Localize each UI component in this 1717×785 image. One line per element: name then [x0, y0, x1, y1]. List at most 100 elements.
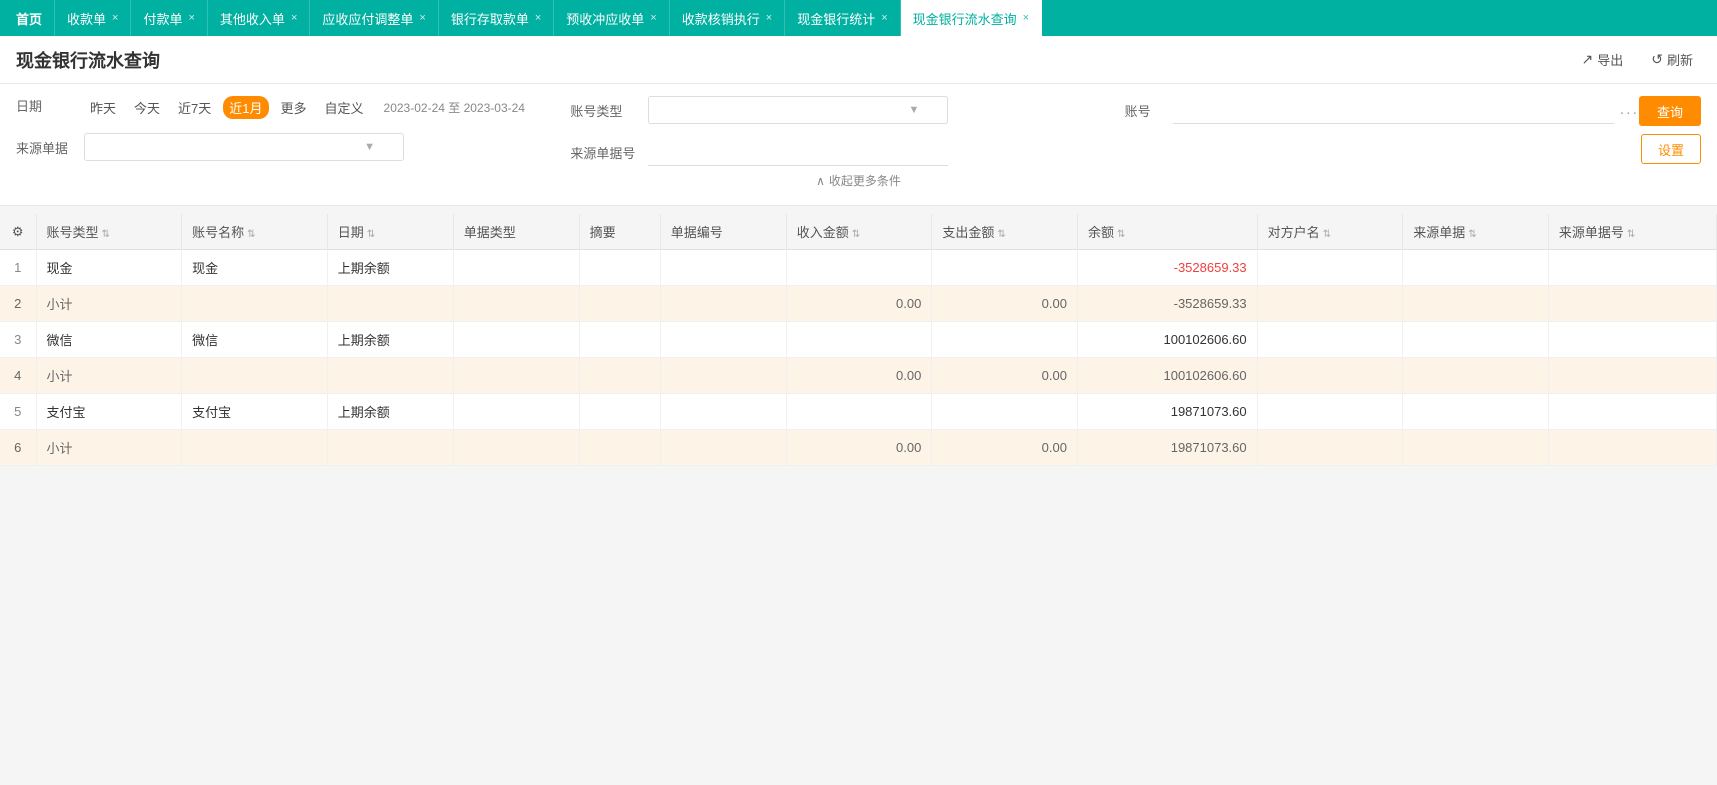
col-doc-type[interactable]: 单据类型 [453, 214, 579, 250]
export-button[interactable]: ↗ 导出 [1574, 46, 1632, 73]
expense-cell [932, 250, 1078, 286]
col-expense[interactable]: 支出金额⇅ [932, 214, 1078, 250]
account-input-wrap [1173, 96, 1614, 124]
account-type-cell: 微信 [36, 322, 182, 358]
collapse-bar[interactable]: ∧ 收起更多条件 [16, 166, 1701, 193]
nav-tab-stats[interactable]: 现金银行统计 × [785, 0, 900, 36]
col-summary[interactable]: 摘要 [579, 214, 660, 250]
doc-no-cell [660, 250, 786, 286]
close-icon[interactable]: × [291, 12, 297, 24]
settings-button[interactable]: 设置 [1641, 134, 1701, 164]
expense-cell [932, 394, 1078, 430]
source-doc-num-input[interactable] [652, 144, 944, 159]
col-settings[interactable]: ⚙ [0, 214, 36, 250]
doc-no-cell [660, 358, 786, 394]
balance-cell: -3528659.33 [1077, 286, 1257, 322]
summary-cell [579, 286, 660, 322]
chevron-down-icon: ▼ [908, 104, 919, 116]
col-source-doc-no[interactable]: 来源单据号⇅ [1548, 214, 1716, 250]
income-cell: 0.00 [786, 430, 932, 466]
source-doc-select[interactable]: ▼ [84, 133, 404, 161]
nav-tab-adjust[interactable]: 应收应付调整单 × [310, 0, 438, 36]
date-cell [327, 358, 453, 394]
summary-cell [579, 394, 660, 430]
doc-type-cell [453, 430, 579, 466]
counterparty-cell [1257, 394, 1403, 430]
date-cell: 上期余额 [327, 250, 453, 286]
col-account-type[interactable]: 账号类型⇅ [36, 214, 182, 250]
close-icon[interactable]: × [1023, 12, 1029, 24]
table-wrap: ⚙ 账号类型⇅ 账号名称⇅ 日期⇅ 单据类型 摘要 单据编号 收入金额⇅ 支出金… [0, 214, 1717, 466]
date-label: 日期 [16, 96, 76, 115]
nav-tab-fukuan[interactable]: 付款单 × [131, 0, 207, 36]
col-date[interactable]: 日期⇅ [327, 214, 453, 250]
page-title: 现金银行流水查询 [16, 47, 160, 73]
summary-cell [579, 358, 660, 394]
source-doc-label: 来源单据 [16, 138, 76, 157]
export-icon: ↗ [1582, 51, 1594, 68]
date-cell [327, 286, 453, 322]
date-today[interactable]: 今天 [128, 96, 166, 119]
nav-home[interactable]: 首页 [4, 0, 55, 36]
balance-cell: 19871073.60 [1077, 394, 1257, 430]
date-cell: 上期余额 [327, 394, 453, 430]
account-type-label: 账号类型 [570, 101, 640, 120]
account-name-cell: 微信 [182, 322, 328, 358]
expense-cell: 0.00 [932, 358, 1078, 394]
sort-icon: ⇅ [852, 229, 860, 240]
source-doc-cell [1403, 286, 1549, 322]
refresh-icon: ↺ [1651, 51, 1663, 68]
nav-tab-qita[interactable]: 其他收入单 × [208, 0, 310, 36]
sort-icon: ⇅ [1468, 229, 1476, 240]
date-custom[interactable]: 自定义 [319, 96, 370, 119]
col-source-doc[interactable]: 来源单据⇅ [1403, 214, 1549, 250]
account-name-cell: 支付宝 [182, 394, 328, 430]
close-icon[interactable]: × [881, 12, 887, 24]
col-balance[interactable]: 余额⇅ [1077, 214, 1257, 250]
doc-type-cell [453, 250, 579, 286]
account-input[interactable] [1177, 102, 1610, 117]
account-more-button[interactable]: ... [1620, 101, 1639, 119]
close-icon[interactable]: × [650, 12, 656, 24]
nav-tab-liushui[interactable]: 现金银行流水查询 × [901, 0, 1042, 36]
account-type-cell: 小计 [36, 430, 182, 466]
close-icon[interactable]: × [419, 12, 425, 24]
date-more[interactable]: 更多 [275, 96, 313, 119]
col-account-name[interactable]: 账号名称⇅ [182, 214, 328, 250]
date-yesterday[interactable]: 昨天 [84, 96, 122, 119]
close-icon[interactable]: × [112, 12, 118, 24]
counterparty-cell [1257, 430, 1403, 466]
account-type-select[interactable]: ▼ [648, 96, 948, 124]
table-header-row: ⚙ 账号类型⇅ 账号名称⇅ 日期⇅ 单据类型 摘要 单据编号 收入金额⇅ 支出金… [0, 214, 1717, 250]
nav-tab-prepay[interactable]: 预收冲应收单 × [554, 0, 669, 36]
nav-tab-verify[interactable]: 收款核销执行 × [670, 0, 785, 36]
query-button[interactable]: 查询 [1639, 96, 1701, 126]
close-icon[interactable]: × [535, 12, 541, 24]
table-row: 6 小计 0.00 0.00 19871073.60 [0, 430, 1717, 466]
nav-tab-bank-deposit[interactable]: 银行存取款单 × [439, 0, 554, 36]
counterparty-cell [1257, 286, 1403, 322]
sort-icon: ⇅ [102, 229, 110, 240]
doc-no-cell [660, 322, 786, 358]
table-row: 2 小计 0.00 0.00 -3528659.33 [0, 286, 1717, 322]
date-week[interactable]: 近7天 [172, 96, 217, 119]
source-doc-cell [1403, 358, 1549, 394]
page-header: 现金银行流水查询 ↗ 导出 ↺ 刷新 [0, 36, 1717, 84]
close-icon[interactable]: × [188, 12, 194, 24]
col-doc-no[interactable]: 单据编号 [660, 214, 786, 250]
row-num-cell: 1 [0, 250, 36, 286]
account-type-cell: 小计 [36, 286, 182, 322]
refresh-button[interactable]: ↺ 刷新 [1643, 46, 1701, 73]
close-icon[interactable]: × [766, 12, 772, 24]
table-row: 5 支付宝 支付宝 上期余额 19871073.60 [0, 394, 1717, 430]
col-income[interactable]: 收入金额⇅ [786, 214, 932, 250]
doc-type-cell [453, 286, 579, 322]
col-counterparty[interactable]: 对方户名⇅ [1257, 214, 1403, 250]
nav-tab-shoukuan[interactable]: 收款单 × [55, 0, 131, 36]
filter-area: 日期 昨天 今天 近7天 近1月 更多 自定义 2023-02-24 至 202… [0, 84, 1717, 206]
source-doc-no-cell [1548, 430, 1716, 466]
table-row: 3 微信 微信 上期余额 100102606.60 [0, 322, 1717, 358]
date-month[interactable]: 近1月 [223, 96, 268, 119]
doc-type-cell [453, 322, 579, 358]
sort-icon: ⇅ [997, 229, 1005, 240]
